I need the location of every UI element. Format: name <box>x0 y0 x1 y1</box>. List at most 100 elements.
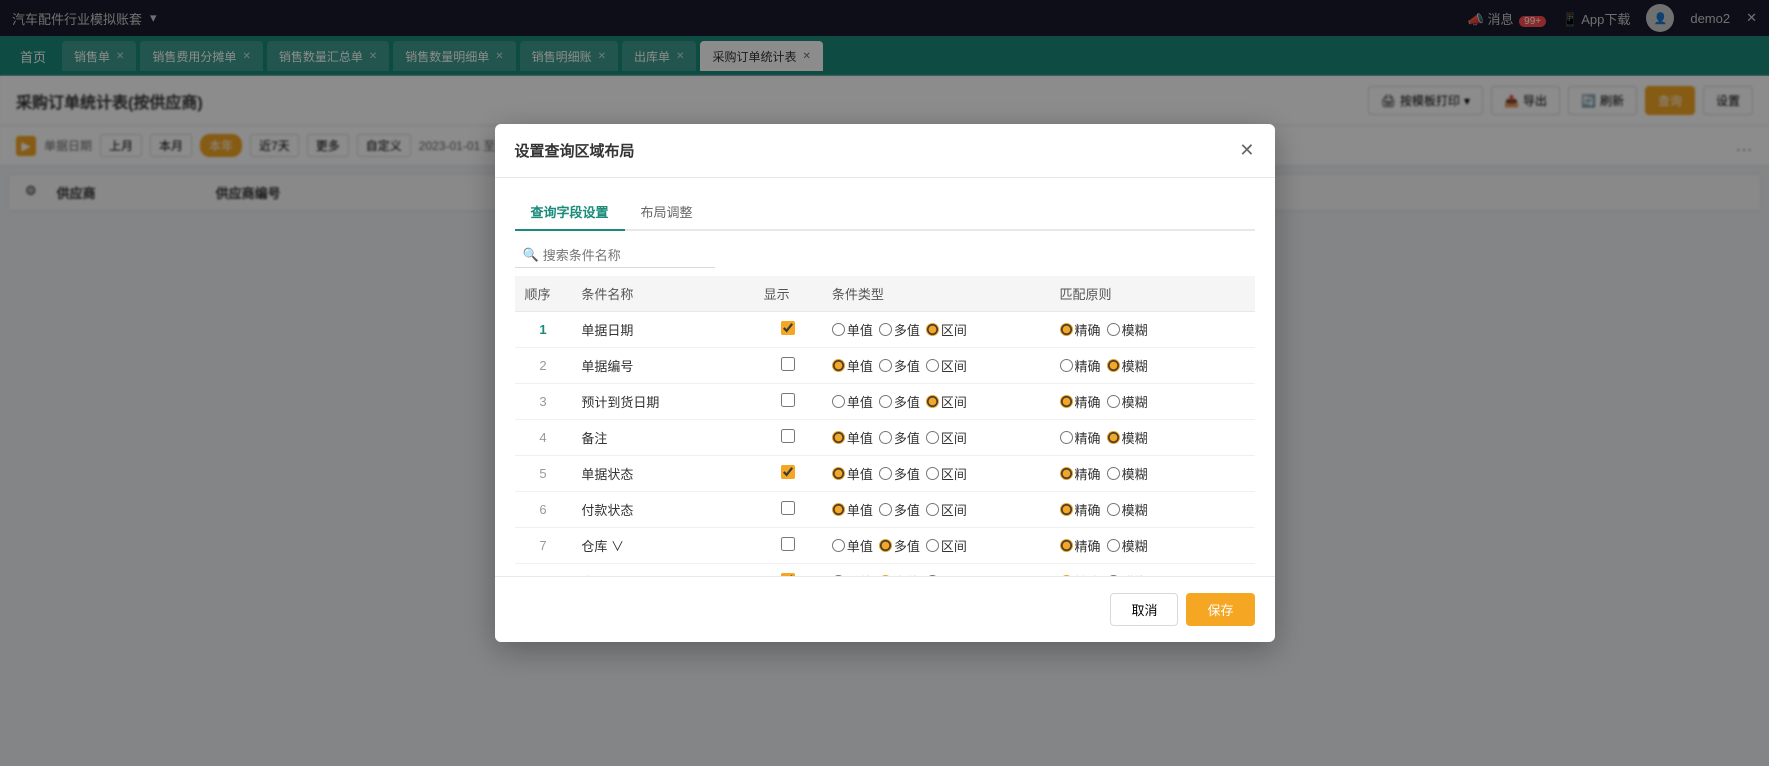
type-option[interactable]: 区间 <box>926 464 967 483</box>
type-radio-group: 单值多值区间 <box>832 536 1040 555</box>
match-radio-group: 精确模糊 <box>1060 320 1245 339</box>
row-display <box>754 564 822 577</box>
match-option[interactable]: 精确 <box>1060 320 1101 339</box>
save-btn[interactable]: 保存 <box>1186 593 1254 626</box>
match-radio-group: 精确模糊 <box>1060 392 1245 411</box>
match-option[interactable]: 精确 <box>1060 536 1101 555</box>
match-option[interactable]: 模糊 <box>1107 392 1148 411</box>
type-radio-group: 单值多值区间 <box>832 464 1040 483</box>
fields-table-scroll: 顺序 条件名称 显示 条件类型 匹配原则 1单据日期单值多值区间精确模糊2单据编… <box>515 276 1255 576</box>
row-name: 单据编号 <box>571 348 753 384</box>
table-row: 8商品 ∨单值多值区间精确模糊 <box>515 564 1255 577</box>
type-option[interactable]: 区间 <box>926 500 967 519</box>
match-option[interactable]: 精确 <box>1060 464 1101 483</box>
row-match: 精确模糊 <box>1050 564 1255 577</box>
match-option[interactable]: 模糊 <box>1107 356 1148 375</box>
row-display <box>754 348 822 384</box>
display-checkbox[interactable] <box>781 429 795 443</box>
row-match: 精确模糊 <box>1050 348 1255 384</box>
cancel-btn[interactable]: 取消 <box>1110 593 1178 626</box>
order-number: 6 <box>539 502 546 517</box>
row-name: 商品 ∨ <box>571 564 753 577</box>
match-radio-group: 精确模糊 <box>1060 356 1245 375</box>
row-order: 1 <box>515 312 572 348</box>
type-radio-group: 单值多值区间 <box>832 392 1040 411</box>
type-option[interactable]: 区间 <box>926 392 967 411</box>
modal-header: 设置查询区域布局 ✕ <box>495 124 1275 178</box>
modal-close-btn[interactable]: ✕ <box>1239 140 1254 161</box>
match-radio-group: 精确模糊 <box>1060 464 1245 483</box>
type-option[interactable]: 多值 <box>879 536 920 555</box>
type-option[interactable]: 单值 <box>832 320 873 339</box>
match-option[interactable]: 模糊 <box>1107 536 1148 555</box>
type-option[interactable]: 多值 <box>879 428 920 447</box>
type-radio-group: 单值多值区间 <box>832 320 1040 339</box>
row-match: 精确模糊 <box>1050 384 1255 420</box>
row-name: 仓库 ∨ <box>571 528 753 564</box>
match-radio-group: 精确模糊 <box>1060 500 1245 519</box>
type-option[interactable]: 多值 <box>879 320 920 339</box>
type-option[interactable]: 区间 <box>926 428 967 447</box>
display-checkbox[interactable] <box>781 537 795 551</box>
match-option[interactable]: 模糊 <box>1107 500 1148 519</box>
row-order: 3 <box>515 384 572 420</box>
fields-table: 顺序 条件名称 显示 条件类型 匹配原则 1单据日期单值多值区间精确模糊2单据编… <box>515 276 1255 576</box>
type-option[interactable]: 单值 <box>832 428 873 447</box>
row-name: 备注 <box>571 420 753 456</box>
search-box: 🔍 <box>515 243 715 268</box>
modal-overlay: 设置查询区域布局 ✕ 查询字段设置 布局调整 🔍 顺序 <box>0 0 1769 766</box>
display-checkbox[interactable] <box>781 357 795 371</box>
display-checkbox[interactable] <box>781 465 795 479</box>
order-number: 7 <box>539 538 546 553</box>
tab-query-fields[interactable]: 查询字段设置 <box>515 194 625 231</box>
type-option[interactable]: 多值 <box>879 464 920 483</box>
display-checkbox[interactable] <box>781 501 795 515</box>
modal-body: 查询字段设置 布局调整 🔍 顺序 条件名称 显示 条件类型 <box>495 178 1275 576</box>
table-row: 2单据编号 单值多值区间 精确模糊 <box>515 348 1255 384</box>
row-match: 精确模糊 <box>1050 456 1255 492</box>
row-order: 6 <box>515 492 572 528</box>
type-option[interactable]: 多值 <box>879 392 920 411</box>
th-type: 条件类型 <box>822 276 1050 312</box>
table-row: 5单据状态单值多值区间精确模糊 <box>515 456 1255 492</box>
match-option[interactable]: 模糊 <box>1107 464 1148 483</box>
type-option[interactable]: 多值 <box>879 356 920 375</box>
type-option[interactable]: 单值 <box>832 464 873 483</box>
th-name: 条件名称 <box>571 276 753 312</box>
tab-layout-adjust[interactable]: 布局调整 <box>625 194 709 231</box>
table-row: 3预计到货日期 单值多值区间 精确模糊 <box>515 384 1255 420</box>
match-option[interactable]: 模糊 <box>1107 428 1148 447</box>
match-radio-group: 精确模糊 <box>1060 536 1245 555</box>
type-option[interactable]: 单值 <box>832 356 873 375</box>
type-option[interactable]: 区间 <box>926 536 967 555</box>
row-order: 5 <box>515 456 572 492</box>
match-option[interactable]: 精确 <box>1060 392 1101 411</box>
match-option[interactable]: 精确 <box>1060 500 1101 519</box>
row-type: 单值多值区间 <box>822 564 1050 577</box>
match-option[interactable]: 精确 <box>1060 428 1101 447</box>
row-name: 预计到货日期 <box>571 384 753 420</box>
type-option[interactable]: 单值 <box>832 536 873 555</box>
search-input[interactable] <box>543 248 719 263</box>
display-checkbox[interactable] <box>781 321 795 335</box>
match-option[interactable]: 精确 <box>1060 356 1101 375</box>
th-order: 顺序 <box>515 276 572 312</box>
type-option[interactable]: 单值 <box>832 500 873 519</box>
row-order: 2 <box>515 348 572 384</box>
type-option[interactable]: 单值 <box>832 392 873 411</box>
type-option[interactable]: 区间 <box>926 356 967 375</box>
modal-title: 设置查询区域布局 <box>515 140 635 161</box>
order-number: 4 <box>539 430 546 445</box>
row-order: 7 <box>515 528 572 564</box>
row-order: 4 <box>515 420 572 456</box>
order-number: 1 <box>539 322 546 337</box>
match-option[interactable]: 模糊 <box>1107 320 1148 339</box>
th-match: 匹配原则 <box>1050 276 1255 312</box>
type-option[interactable]: 区间 <box>926 320 967 339</box>
type-radio-group: 单值多值区间 <box>832 428 1040 447</box>
row-name: 单据日期 <box>571 312 753 348</box>
display-checkbox[interactable] <box>781 393 795 407</box>
row-match: 精确模糊 <box>1050 528 1255 564</box>
type-option[interactable]: 多值 <box>879 500 920 519</box>
table-row: 4 备注 单值多值区间 精确模糊 <box>515 420 1255 456</box>
